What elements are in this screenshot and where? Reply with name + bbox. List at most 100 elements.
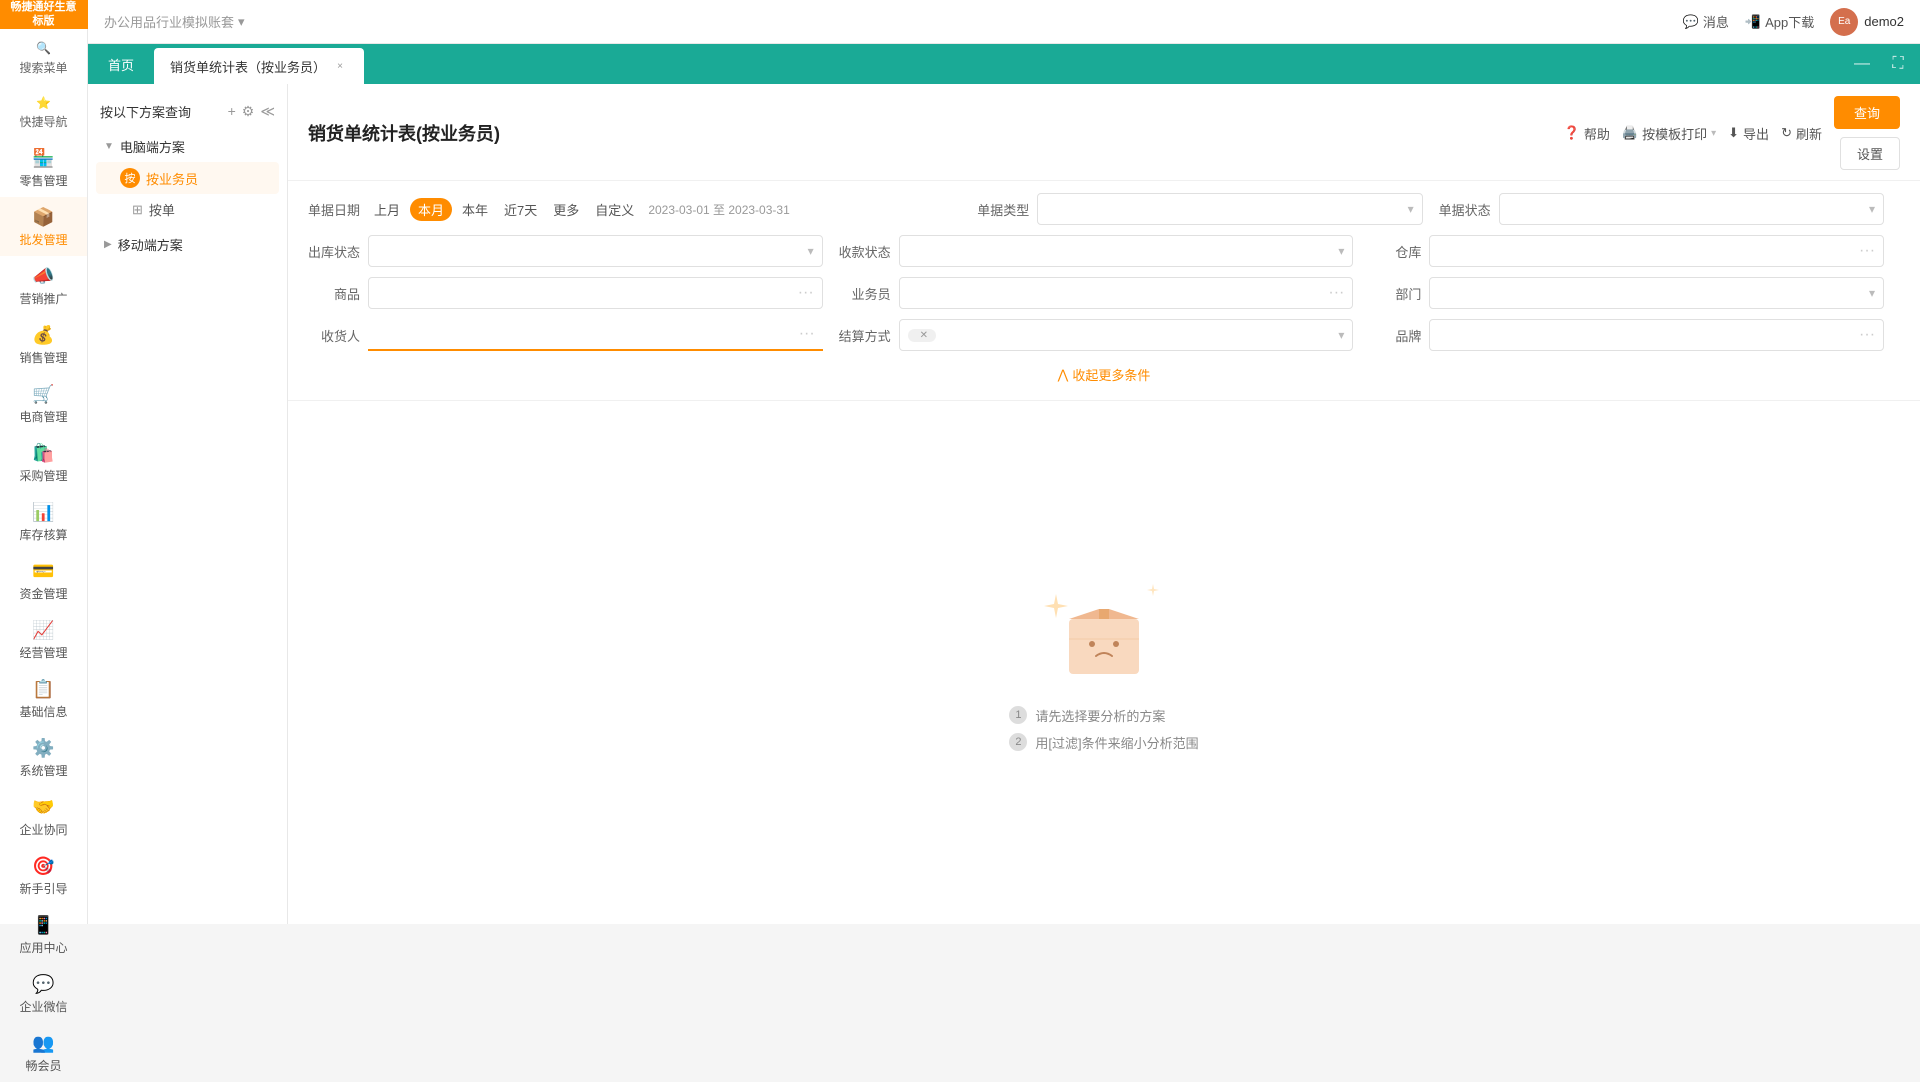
sidebar-item-ecommerce[interactable]: 🛒 电商管理 [0,374,87,433]
settlement-input[interactable]: ✕ ▾ [899,319,1354,351]
print-label: 按模板打印 [1642,124,1707,143]
avatar: Ea [1830,8,1858,36]
tip-text-2: 用[过滤]条件来缩小分析范围 [1035,733,1198,752]
system-icon: ⚙️ [32,738,54,759]
outstatus-arrow-icon: ▾ [808,244,814,258]
settlement-arrow-icon: ▾ [1338,328,1344,342]
page-header-actions: ❓ 帮助 🖨️ 按模板打印 ▾ ⬇ 导出 ↻ 刷新 [1564,96,1900,170]
mobile-group-header[interactable]: ▶ 移动端方案 [96,229,279,260]
message-action[interactable]: 💬 消息 [1683,12,1729,31]
brand-label: 品牌 [1369,326,1429,345]
help-icon: ❓ [1564,125,1580,141]
consignee-input[interactable]: ··· [368,319,823,351]
sub-scheme-icon: ⊞ [132,202,143,218]
sidebar-item-member[interactable]: 👥 畅会员 [0,1023,87,1082]
filter-row-4: 收货人 ··· 结算方式 ✕ ▾ [308,319,1900,351]
scheme-settings-btn[interactable]: ⚙ [242,103,255,120]
docstatus-label: 单据状态 [1439,200,1499,219]
date-opt-7days[interactable]: 近7天 [498,196,543,223]
panel-title: 按以下方案查询 [100,102,191,121]
date-filter: 上月 本月 本年 近7天 更多 自定义 2023-03-01 至 2023-03… [368,196,961,223]
app-download-label: App下载 [1765,12,1814,31]
filter-row-2: 出库状态 ▾ 收款状态 ▾ 仓库 [308,235,1900,267]
date-opt-custom[interactable]: 自定义 [589,196,640,223]
date-opt-thismonth[interactable]: 本月 [410,198,452,221]
page-header: 销货单统计表(按业务员) ❓ 帮助 🖨️ 按模板打印 ▾ ⬇ 导出 [288,84,1920,181]
setting-button[interactable]: 设置 [1840,137,1900,170]
tab-minimize-btn[interactable]: — [1848,50,1876,78]
department-input[interactable]: ▾ [1429,277,1884,309]
inventory-icon: 📊 [32,502,54,523]
sidebar-item-basic[interactable]: 📋 基础信息 [0,669,87,728]
brand-input[interactable]: ··· [1429,319,1884,351]
retail-icon: 🏪 [32,148,54,169]
quicknav-label: 快捷导航 [19,113,67,130]
sidebar-item-inventory[interactable]: 📊 库存核算 [0,492,87,551]
marketing-label: 营销推广 [19,290,67,307]
breadcrumb-arrow[interactable]: ▾ [238,14,245,30]
salesperson-input[interactable]: ··· [899,277,1354,309]
refresh-label: 刷新 [1796,124,1822,143]
sidebar-item-system[interactable]: ⚙️ 系统管理 [0,728,87,787]
settlement-tag-close[interactable]: ✕ [920,330,928,341]
doctype-input[interactable]: ▾ [1037,193,1422,225]
export-action[interactable]: ⬇ 导出 [1728,124,1769,143]
empty-illustration [1044,574,1164,694]
warehouse-input[interactable]: ··· [1429,235,1884,267]
receiptstatus-input[interactable]: ▾ [899,235,1354,267]
empty-state: 1 请先选择要分析的方案 2 用[过滤]条件来缩小分析范围 [288,401,1920,924]
sidebar-item-wechat[interactable]: 💬 企业微信 [0,964,87,1023]
receiptstatus-arrow-icon: ▾ [1338,244,1344,258]
goods-input[interactable]: ··· [368,277,823,309]
tip-num-2: 2 [1009,733,1027,751]
tab-close-icon[interactable]: × [332,58,348,74]
docstatus-arrow-icon: ▾ [1869,202,1875,216]
user-profile[interactable]: Ea demo2 [1830,8,1904,36]
settlement-tag: ✕ [908,329,936,342]
outstatus-input[interactable]: ▾ [368,235,823,267]
sidebar-quicknav[interactable]: ⭐ 快捷导航 [0,88,87,134]
date-opt-more[interactable]: 更多 [547,196,585,223]
docstatus-input[interactable]: ▾ [1499,193,1884,225]
app-download-action[interactable]: 📲 App下载 [1745,12,1814,31]
scheme-item-salesperson[interactable]: 按 按业务员 [96,162,279,194]
sidebar-item-wholesale[interactable]: 📦 批发管理 [0,197,87,256]
collapse-filters-btn[interactable]: ⋀ 收起更多条件 [308,361,1900,388]
finance-label: 资金管理 [19,585,67,602]
wechat-icon: 💬 [32,974,54,995]
tab-home[interactable]: 首页 [88,44,154,84]
sidebar-item-purchase[interactable]: 🛍️ 采购管理 [0,433,87,492]
scheme-collapse-btn[interactable]: ≪ [260,103,275,120]
sub-scheme-item-byorder[interactable]: ⊞ 按单 [96,194,279,225]
date-opt-thisyear[interactable]: 本年 [456,196,494,223]
sidebar-item-marketing[interactable]: 📣 营销推广 [0,256,87,315]
user-name: demo2 [1864,14,1904,29]
query-button[interactable]: 查询 [1834,96,1900,129]
desktop-scheme-group: ▼ 电脑端方案 按 按业务员 ⊞ 按单 [96,131,279,225]
empty-tip-1: 1 请先选择要分析的方案 [1009,706,1198,725]
tip-text-1: 请先选择要分析的方案 [1035,706,1165,725]
collapse-label: 收起更多条件 [1072,365,1150,384]
filter-row-3: 商品 ··· 业务员 ··· 部门 [308,277,1900,309]
quicknav-icon: ⭐ [36,96,51,110]
sidebar-item-retail[interactable]: 🏪 零售管理 [0,138,87,197]
sidebar-item-sales[interactable]: 💰 销售管理 [0,315,87,374]
filter-docstatus-field: 单据状态 ▾ [1439,193,1900,225]
filter-row-1: 单据日期 上月 本月 本年 近7天 更多 自定义 2023-03-01 至 20… [308,193,1900,225]
sidebar-item-operation[interactable]: 📈 经营管理 [0,610,87,669]
desktop-group-header[interactable]: ▼ 电脑端方案 [96,131,279,162]
sidebar-item-newbie[interactable]: 🎯 新手引导 [0,846,87,905]
print-action[interactable]: 🖨️ 按模板打印 ▾ [1622,124,1716,143]
refresh-action[interactable]: ↻ 刷新 [1781,124,1822,143]
tab-sales-stat[interactable]: 销货单统计表（按业务员） × [154,48,364,84]
date-opt-lastmonth[interactable]: 上月 [368,196,406,223]
sidebar-item-finance[interactable]: 💳 资金管理 [0,551,87,610]
sidebar-item-appcenter[interactable]: 📱 应用中心 [0,905,87,964]
sidebar-search[interactable]: 🔍 搜索菜单 [0,29,87,84]
sidebar-item-enterprise[interactable]: 🤝 企业协同 [0,787,87,846]
appcenter-label: 应用中心 [19,939,67,956]
add-scheme-btn[interactable]: + [228,103,236,120]
help-action[interactable]: ❓ 帮助 [1564,124,1610,143]
tab-maximize-btn[interactable]: ⛶ [1884,50,1912,78]
operation-label: 经营管理 [19,644,67,661]
